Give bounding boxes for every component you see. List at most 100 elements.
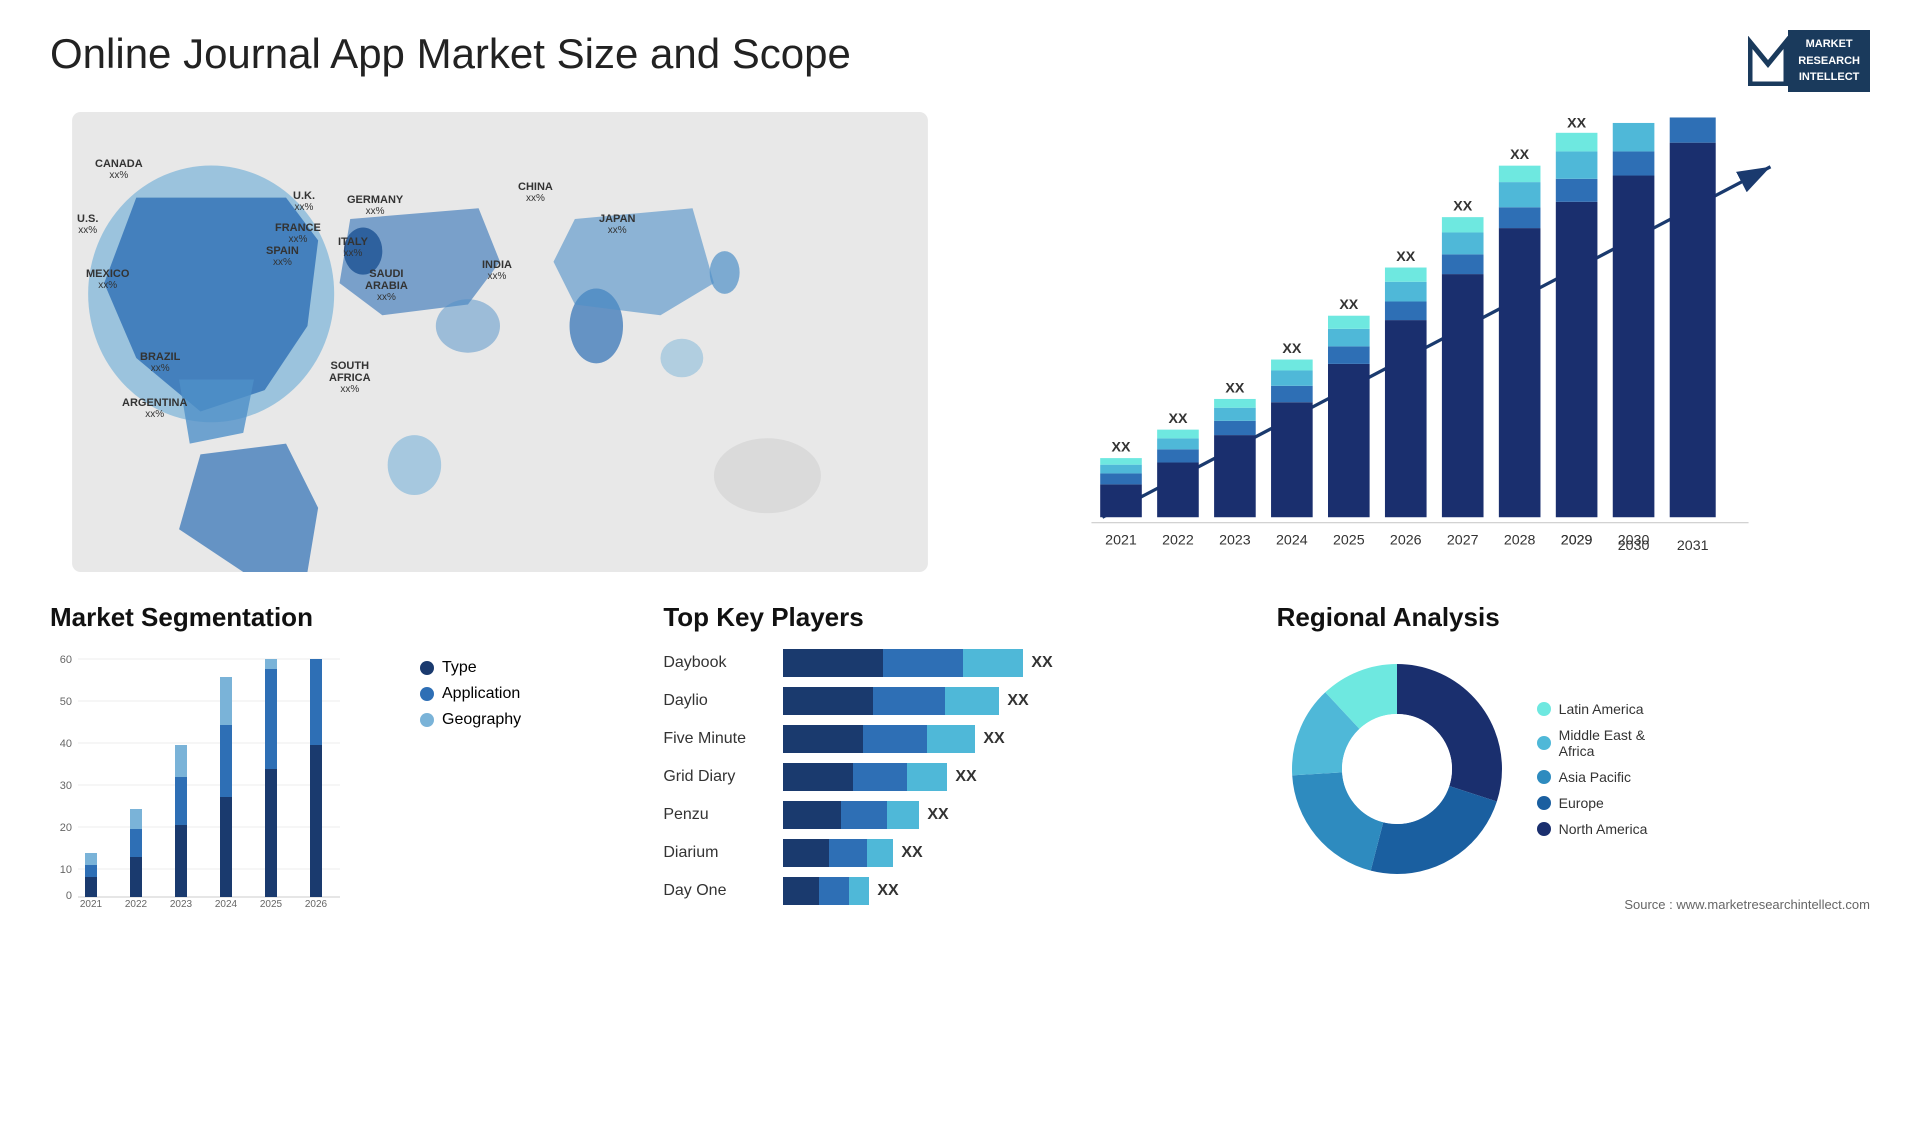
bar-seg3 <box>867 839 893 867</box>
player-value: XX <box>955 768 976 786</box>
legend-geo-dot <box>420 713 434 727</box>
regional-section: Regional Analysis <box>1277 602 1870 912</box>
player-bar <box>783 763 947 791</box>
svg-text:XX: XX <box>1282 340 1301 356</box>
legend-dot <box>1537 702 1551 716</box>
svg-text:10: 10 <box>60 864 72 876</box>
svg-text:50: 50 <box>60 696 72 708</box>
segmentation-section: Market Segmentation 60 50 40 30 20 10 0 <box>50 602 643 912</box>
svg-text:XX: XX <box>1453 198 1472 214</box>
svg-text:2021: 2021 <box>1105 532 1137 548</box>
svg-text:2025: 2025 <box>260 899 283 909</box>
player-row: Penzu XX <box>663 801 1256 829</box>
player-name: Five Minute <box>663 730 773 748</box>
player-bar-wrapper: XX <box>783 801 1256 829</box>
player-bar <box>783 839 893 867</box>
key-players-title: Top Key Players <box>663 602 1256 633</box>
player-name: Penzu <box>663 806 773 824</box>
bar-seg2 <box>829 839 867 867</box>
legend-north-america: North America <box>1537 821 1648 837</box>
logo-m-icon <box>1748 36 1788 86</box>
legend-label: Europe <box>1559 795 1604 811</box>
logo-text: MARKET RESEARCH INTELLECT <box>1788 30 1870 92</box>
world-map: CANADAxx% U.S.xx% MEXICOxx% BRAZILxx% AR… <box>50 112 950 572</box>
svg-text:40: 40 <box>60 738 72 750</box>
player-value: XX <box>877 882 898 900</box>
player-bar-wrapper: XX <box>783 725 1256 753</box>
player-row: Day One XX <box>663 877 1256 905</box>
player-bar <box>783 801 919 829</box>
legend-type: Type <box>420 659 521 677</box>
bar-seg2 <box>873 687 945 715</box>
player-row: Grid Diary XX <box>663 763 1256 791</box>
legend-dot <box>1537 822 1551 836</box>
bar-seg2 <box>819 877 849 905</box>
svg-text:XX: XX <box>1567 115 1586 131</box>
svg-text:XX: XX <box>1510 147 1529 163</box>
player-bar-wrapper: XX <box>783 687 1256 715</box>
player-name: Daylio <box>663 692 773 710</box>
player-name: Grid Diary <box>663 768 773 786</box>
regional-legend: Latin America Middle East &Africa Asia P… <box>1537 701 1648 837</box>
svg-text:XX: XX <box>1168 411 1187 427</box>
player-bar-wrapper: XX <box>783 649 1256 677</box>
player-bar <box>783 725 975 753</box>
svg-text:2026: 2026 <box>305 899 328 909</box>
svg-text:2024: 2024 <box>215 899 238 909</box>
svg-text:XX: XX <box>1225 380 1244 396</box>
legend-geography: Geography <box>420 711 521 729</box>
svg-text:XX: XX <box>1112 439 1131 455</box>
legend-dot <box>1537 736 1551 750</box>
svg-text:2022: 2022 <box>1162 532 1194 548</box>
bar-seg3 <box>945 687 999 715</box>
player-value: XX <box>1031 654 1052 672</box>
svg-text:2029: 2029 <box>1561 532 1593 548</box>
svg-text:2023: 2023 <box>1219 532 1251 548</box>
player-row: Daybook XX <box>663 649 1256 677</box>
bar-seg1 <box>783 725 863 753</box>
legend-asia-pacific: Asia Pacific <box>1537 769 1648 785</box>
top-section: CANADAxx% U.S.xx% MEXICOxx% BRAZILxx% AR… <box>50 112 1870 572</box>
bar-seg3 <box>849 877 869 905</box>
player-list: Daybook XX Daylio <box>663 649 1256 905</box>
legend-app-label: Application <box>442 685 520 703</box>
legend-dot <box>1537 770 1551 784</box>
growth-chart: 2021 XX 2022 XX 2023 XX <box>970 112 1870 572</box>
legend-geo-label: Geography <box>442 711 521 729</box>
legend-type-label: Type <box>442 659 477 677</box>
player-name: Diarium <box>663 844 773 862</box>
svg-text:2022: 2022 <box>125 899 148 909</box>
bar-seg2 <box>853 763 907 791</box>
player-bar-wrapper: XX <box>783 763 1256 791</box>
legend-label: Latin America <box>1559 701 1644 717</box>
donut-chart <box>1277 649 1517 889</box>
bar-seg3 <box>907 763 947 791</box>
bar-seg1 <box>783 877 819 905</box>
source-text: Source : www.marketresearchintellect.com <box>1277 897 1870 912</box>
player-bar-wrapper: XX <box>783 877 1256 905</box>
svg-text:XX: XX <box>1681 112 1705 116</box>
svg-text:2021: 2021 <box>80 899 103 909</box>
legend-latin-america: Latin America <box>1537 701 1648 717</box>
legend-application: Application <box>420 685 521 703</box>
svg-text:30: 30 <box>60 780 72 792</box>
legend-label: Middle East &Africa <box>1559 727 1645 759</box>
key-players-section: Top Key Players Daybook XX Daylio <box>663 602 1256 912</box>
bar-seg3 <box>963 649 1023 677</box>
page-title: Online Journal App Market Size and Scope <box>50 30 851 78</box>
bar-seg3 <box>887 801 919 829</box>
legend-type-dot <box>420 661 434 675</box>
bar-seg1 <box>783 763 853 791</box>
svg-text:20: 20 <box>60 822 72 834</box>
legend-label: Asia Pacific <box>1559 769 1631 785</box>
player-bar <box>783 649 1023 677</box>
bar-seg1 <box>783 649 883 677</box>
donut-area: Latin America Middle East &Africa Asia P… <box>1277 649 1870 889</box>
svg-text:2027: 2027 <box>1447 532 1479 548</box>
bar-seg1 <box>783 839 829 867</box>
legend-middle-east: Middle East &Africa <box>1537 727 1648 759</box>
player-bar <box>783 687 999 715</box>
player-value: XX <box>983 730 1004 748</box>
player-row: Daylio XX <box>663 687 1256 715</box>
player-row: Diarium XX <box>663 839 1256 867</box>
